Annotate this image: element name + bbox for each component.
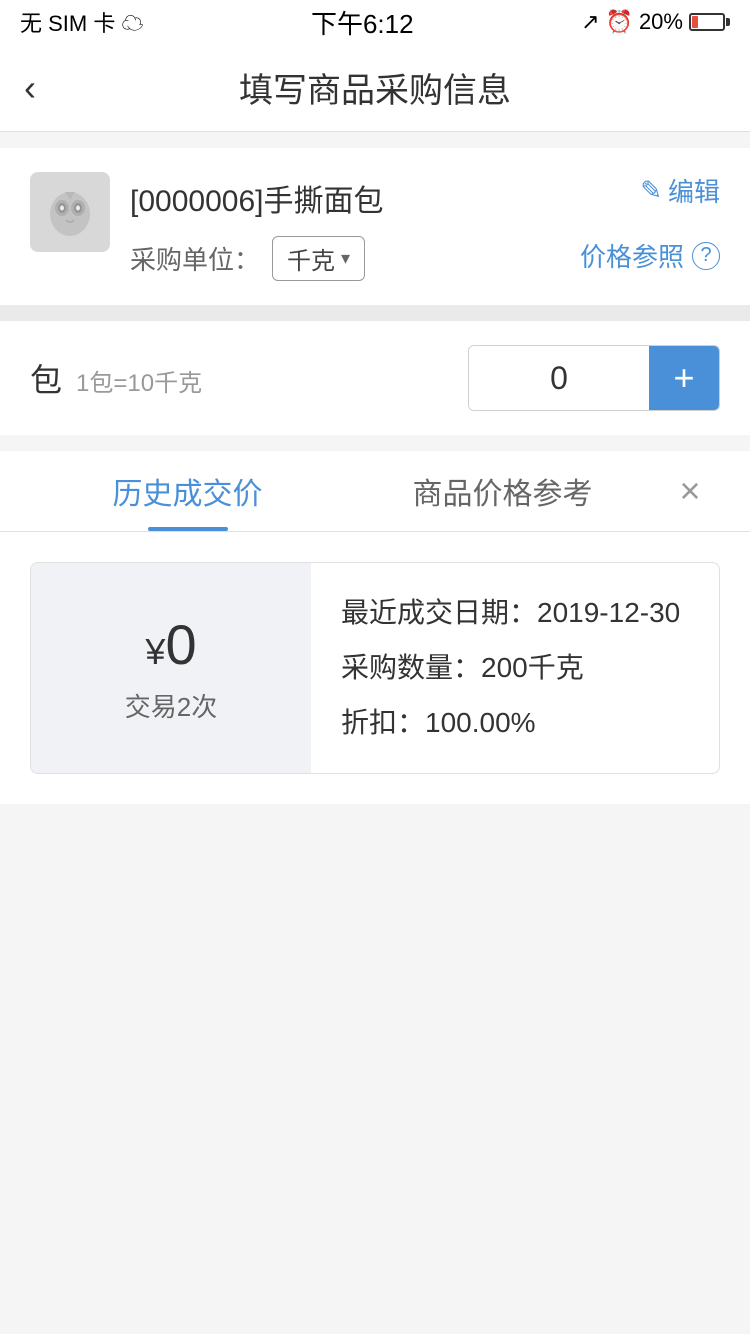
history-card: ¥0 交易2次 最近成交日期：2019-12-30 采购数量：200千克 折扣：… [30, 562, 720, 774]
tabs-header: 历史成交价 商品价格参考 × [0, 451, 750, 532]
product-thumbnail [30, 172, 110, 252]
unit-label: 采购单位： [130, 240, 260, 277]
qty-input-group: + [468, 345, 720, 411]
back-button[interactable]: ‹ [24, 67, 36, 109]
unit-selector[interactable]: 千克 ▾ [272, 236, 365, 281]
qty-unit: 包 [30, 355, 62, 401]
section-divider [0, 305, 750, 321]
status-right: ↗ ⏰ 20% [581, 9, 730, 35]
history-details-right: 最近成交日期：2019-12-30 采购数量：200千克 折扣：100.00% [311, 563, 719, 773]
alarm-icon: ⏰ [606, 9, 633, 35]
location-icon: ↗ [581, 9, 599, 35]
tab-history-price[interactable]: 历史成交价 [30, 451, 345, 531]
tab-content: ¥0 交易2次 最近成交日期：2019-12-30 采购数量：200千克 折扣：… [0, 532, 750, 804]
nav-bar: ‹ 填写商品采购信息 [0, 44, 750, 132]
product-left: [0000006]手撕面包 采购单位： 千克 ▾ [30, 172, 383, 281]
recent-date-row: 最近成交日期：2019-12-30 [341, 593, 689, 632]
edit-label: 编辑 [668, 172, 720, 209]
qty-conversion: 1包=10千克 [76, 363, 202, 398]
qty-label-group: 包 1包=10千克 [30, 355, 202, 401]
price-number: 0 [165, 613, 196, 676]
edit-icon: ✎ [640, 175, 662, 206]
discount-value: 100.00% [425, 707, 536, 738]
discount-row: 折扣：100.00% [341, 703, 689, 742]
recent-date-label: 最近成交日期： [341, 597, 537, 628]
battery-pct: 20% [639, 9, 683, 35]
history-trade-count: 交易2次 [125, 687, 217, 724]
tab-product-price-ref[interactable]: 商品价格参考 [345, 451, 660, 531]
unit-value: 千克 [287, 241, 335, 276]
price-ref-label: 价格参照 [580, 237, 684, 274]
product-unit-row: 采购单位： 千克 ▾ [130, 236, 383, 281]
qty-detail-value: 200千克 [481, 652, 584, 683]
status-left: 无 SIM 卡 ☁ [20, 6, 143, 38]
dropdown-arrow-icon: ▾ [341, 248, 350, 269]
history-price-left: ¥0 交易2次 [31, 563, 311, 773]
sim-text: 无 SIM 卡 ☁ [20, 6, 143, 38]
qty-detail-label: 采购数量： [341, 652, 481, 683]
product-card: [0000006]手撕面包 采购单位： 千克 ▾ ✎ 编辑 价格参照 ? [0, 148, 750, 305]
price-ref-button[interactable]: 价格参照 ? [580, 237, 720, 274]
yen-symbol: ¥ [145, 631, 165, 672]
product-info: [0000006]手撕面包 采购单位： 千克 ▾ [130, 172, 383, 281]
edit-button[interactable]: ✎ 编辑 [640, 172, 720, 209]
help-icon: ? [692, 242, 720, 270]
quantity-input[interactable] [469, 346, 649, 410]
status-time: 下午6:12 [311, 4, 414, 41]
tab-close-button[interactable]: × [660, 451, 720, 531]
qty-row: 采购数量：200千克 [341, 648, 689, 687]
qty-plus-button[interactable]: + [649, 346, 719, 410]
discount-label: 折扣： [341, 707, 425, 738]
recent-date-value: 2019-12-30 [537, 597, 680, 628]
product-name: [0000006]手撕面包 [130, 176, 383, 220]
page-title: 填写商品采购信息 [239, 63, 511, 112]
status-bar: 无 SIM 卡 ☁ 下午6:12 ↗ ⏰ 20% [0, 0, 750, 44]
battery-indicator [689, 13, 730, 31]
tab-product-ref-label: 商品价格参考 [413, 469, 593, 513]
history-price-value: ¥0 [145, 612, 196, 677]
quantity-row: 包 1包=10千克 + [0, 321, 750, 435]
tabs-container: 历史成交价 商品价格参考 × ¥0 交易2次 最近成交日期：2019-12-30… [0, 451, 750, 804]
tab-history-label: 历史成交价 [113, 469, 263, 513]
